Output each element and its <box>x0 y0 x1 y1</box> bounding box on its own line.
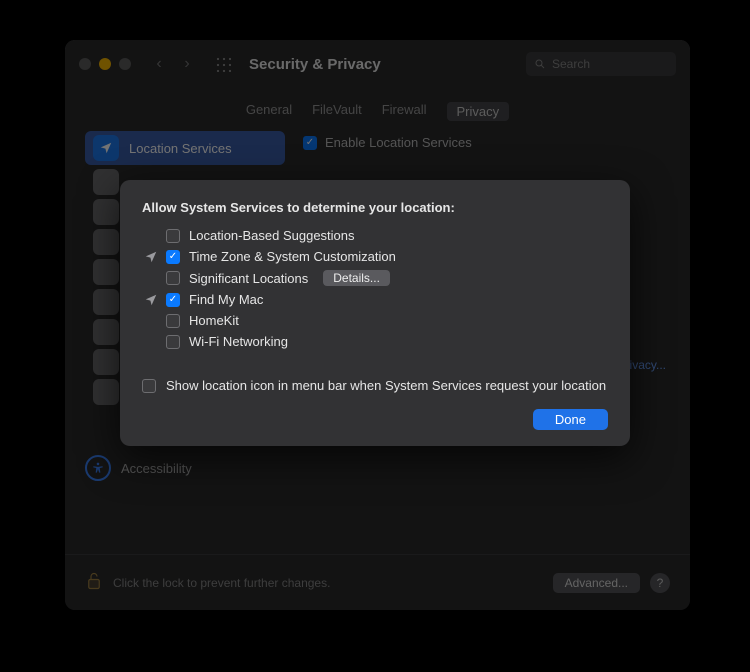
checkbox-menubar-icon[interactable] <box>142 379 156 393</box>
service-row-homekit: HomeKit <box>166 310 608 331</box>
service-row-wifi: Wi-Fi Networking <box>166 331 608 352</box>
service-row-find-my-mac: Find My Mac <box>166 289 608 310</box>
sheet-footer: Done <box>142 409 608 430</box>
service-row-time-zone: Time Zone & System Customization <box>166 246 608 267</box>
checkbox-significant-locations[interactable] <box>166 271 180 285</box>
service-row-location-suggestions: Location-Based Suggestions <box>166 225 608 246</box>
done-button[interactable]: Done <box>533 409 608 430</box>
service-row-significant-locations: Significant Locations Details... <box>166 267 608 289</box>
checkbox-location-suggestions[interactable] <box>166 229 180 243</box>
system-services-sheet: Allow System Services to determine your … <box>120 180 630 446</box>
menubar-option-label: Show location icon in menu bar when Syst… <box>166 378 606 393</box>
checkbox-time-zone[interactable] <box>166 250 180 264</box>
service-label: Wi-Fi Networking <box>189 334 288 349</box>
location-active-icon <box>144 250 158 267</box>
checkbox-wifi-networking[interactable] <box>166 335 180 349</box>
service-label: Location-Based Suggestions <box>189 228 355 243</box>
sheet-title: Allow System Services to determine your … <box>142 200 608 215</box>
checkbox-homekit[interactable] <box>166 314 180 328</box>
service-label: HomeKit <box>189 313 239 328</box>
service-label: Significant Locations <box>189 271 308 286</box>
service-label: Time Zone & System Customization <box>189 249 396 264</box>
menubar-icon-option: Show location icon in menu bar when Syst… <box>142 378 608 393</box>
details-button[interactable]: Details... <box>323 270 390 286</box>
checkbox-find-my-mac[interactable] <box>166 293 180 307</box>
location-active-icon <box>144 293 158 310</box>
service-label: Find My Mac <box>189 292 263 307</box>
services-list: Location-Based Suggestions Time Zone & S… <box>166 225 608 352</box>
